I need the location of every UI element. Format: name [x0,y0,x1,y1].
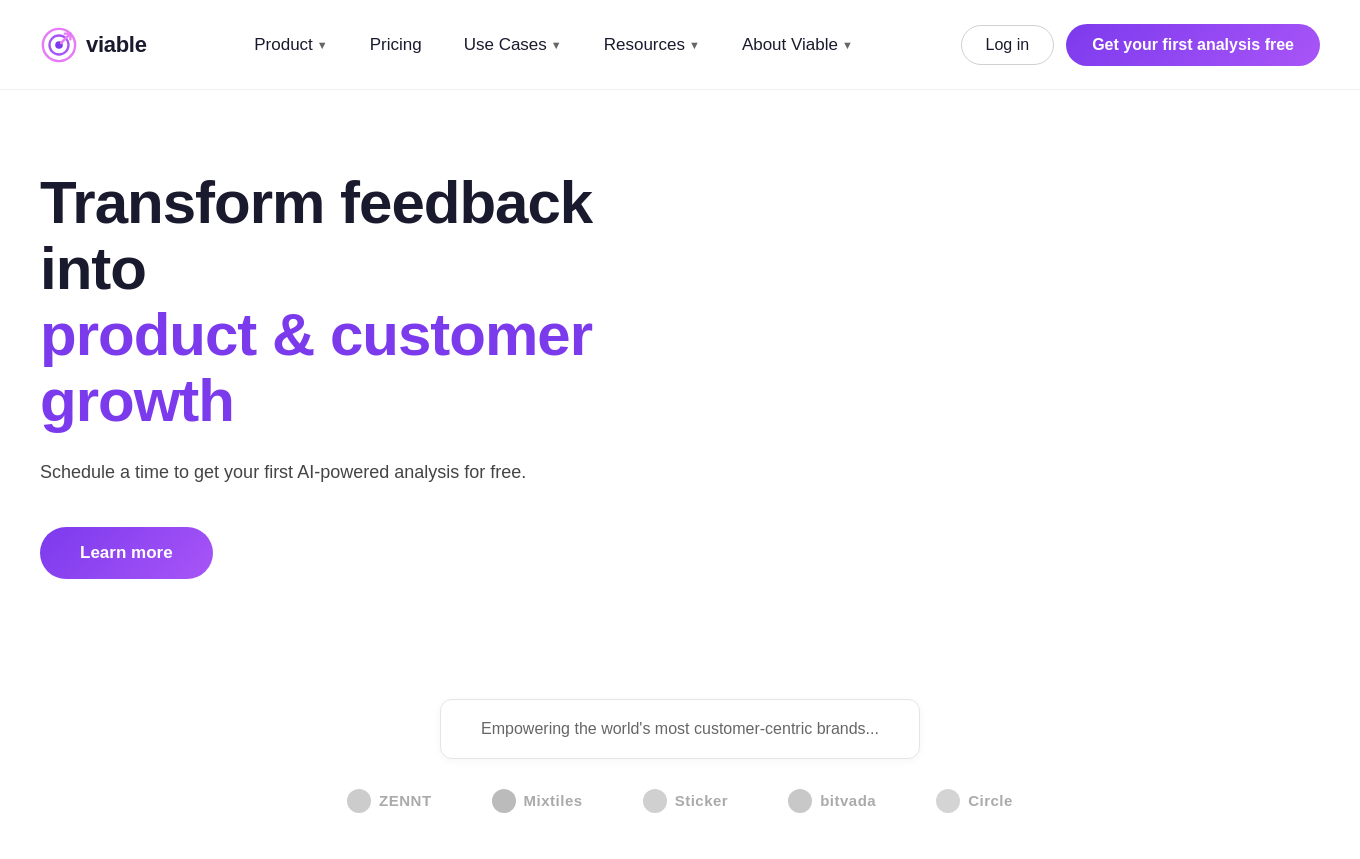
brand-dot-icon [492,789,516,813]
brand-dot-icon [643,789,667,813]
nav-button-product[interactable]: Product ▼ [236,27,345,63]
chevron-down-icon: ▼ [689,39,700,51]
brand-name-sticker: Sticker [675,792,729,809]
brand-logo-circle: Circle [936,789,1013,813]
nav-item-pricing[interactable]: Pricing [352,27,440,63]
nav-button-about[interactable]: About Viable ▼ [724,27,871,63]
viable-logo-icon [40,26,78,64]
chevron-down-icon: ▼ [551,39,562,51]
learn-more-button[interactable]: Learn more [40,527,213,579]
chevron-down-icon: ▼ [842,39,853,51]
chevron-down-icon: ▼ [317,39,328,51]
hero-subtitle: Schedule a time to get your first AI-pow… [40,458,580,487]
brand-logo-bitvada: bitvada [788,789,876,813]
brands-logos: ZENNT Mixtiles Sticker bitvada Circle [347,789,1013,813]
hero-heading-line2: product & customer growth [40,301,592,434]
login-button[interactable]: Log in [961,25,1055,65]
nav-item-about[interactable]: About Viable ▼ [724,27,871,63]
brand-dot-icon [347,789,371,813]
brand-name-mixtiles: Mixtiles [524,792,583,809]
nav-item-resources[interactable]: Resources ▼ [586,27,718,63]
nav-actions: Log in Get your first analysis free [961,24,1320,66]
brand-logo-zennt: ZENNT [347,789,432,813]
brand-name-zennt: ZENNT [379,792,432,809]
nav-button-resources[interactable]: Resources ▼ [586,27,718,63]
logo-link[interactable]: viable [40,26,147,64]
hero-heading: Transform feedback into product & custom… [40,170,660,434]
nav-item-product[interactable]: Product ▼ [236,27,345,63]
hero-content: Transform feedback into product & custom… [0,90,700,639]
main-nav: viable Product ▼ Pricing Use Cases ▼ Res… [0,0,1360,90]
logo-text: viable [86,32,147,58]
hero-section: Transform feedback into product & custom… [0,90,1360,639]
nav-button-pricing[interactable]: Pricing [352,27,440,63]
brand-dot-icon [788,789,812,813]
hero-heading-line1: Transform feedback into [40,169,592,302]
brand-name-bitvada: bitvada [820,792,876,809]
brand-logo-sticker: Sticker [643,789,729,813]
get-analysis-button[interactable]: Get your first analysis free [1066,24,1320,66]
brands-tagline: Empowering the world's most customer-cen… [440,699,920,759]
nav-item-use-cases[interactable]: Use Cases ▼ [446,27,580,63]
nav-links: Product ▼ Pricing Use Cases ▼ Resources … [236,27,871,63]
brand-logo-mixtiles: Mixtiles [492,789,583,813]
brand-name-circle: Circle [968,792,1013,809]
brands-section: Empowering the world's most customer-cen… [0,699,1360,853]
nav-button-use-cases[interactable]: Use Cases ▼ [446,27,580,63]
brand-dot-icon [936,789,960,813]
